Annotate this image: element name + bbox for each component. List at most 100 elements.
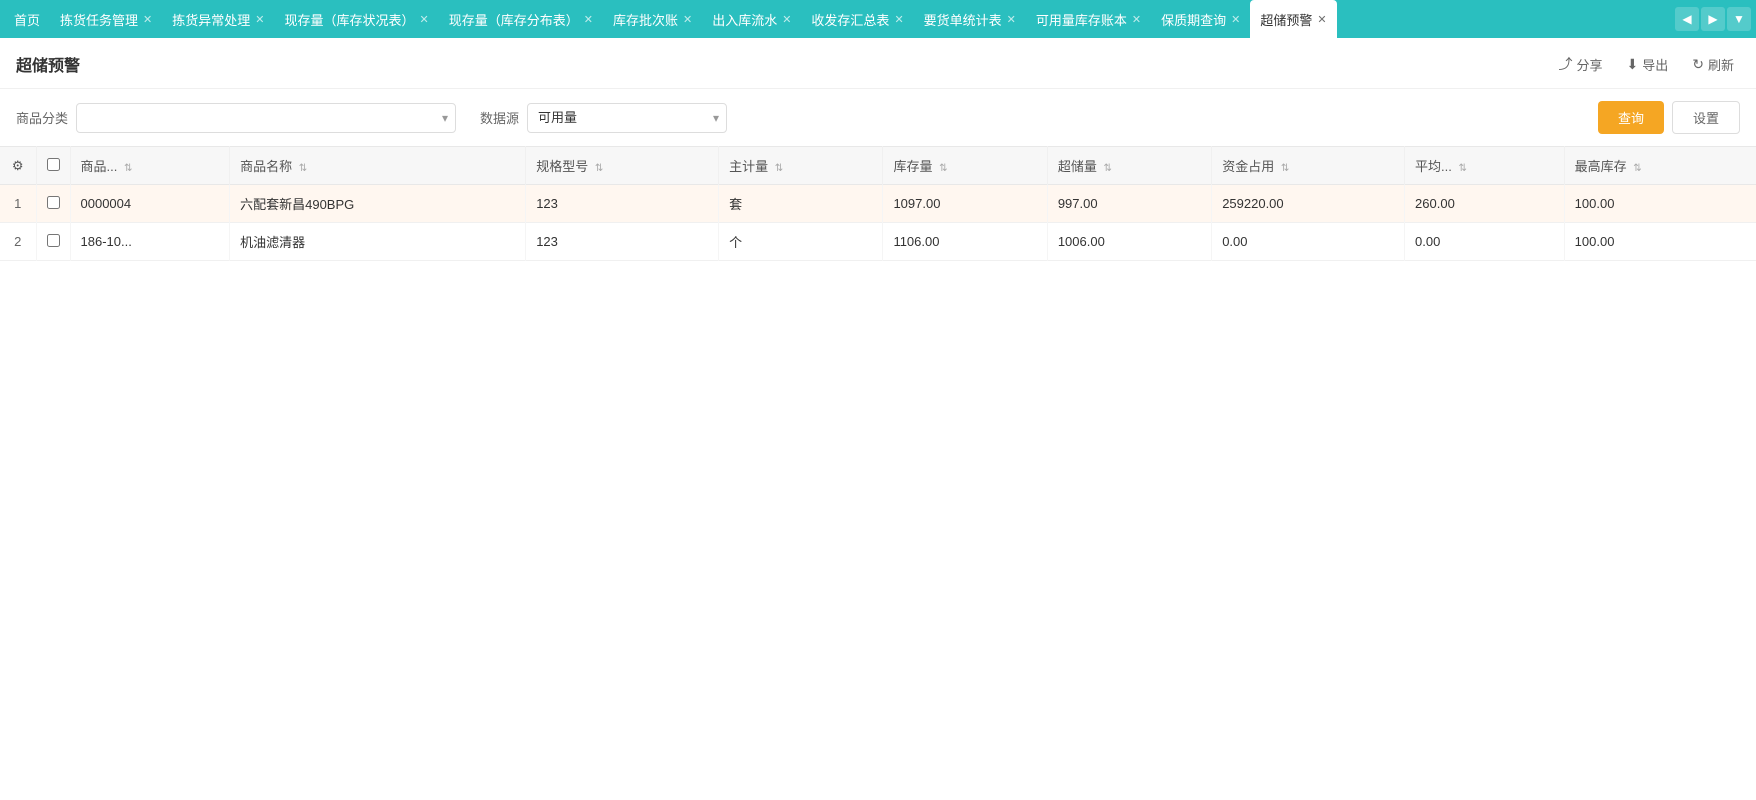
share-icon: ⤴	[1558, 54, 1572, 74]
column-unit[interactable]: 主计量 ⇅	[719, 147, 883, 185]
category-filter: 商品分类	[16, 103, 456, 133]
category-label: 商品分类	[16, 108, 68, 127]
refresh-button[interactable]: ↻ 刷新	[1686, 51, 1740, 78]
cell-capital-1: 0.00	[1212, 223, 1405, 261]
nav-item-home[interactable]: 首页	[4, 0, 50, 38]
category-select-wrapper	[76, 103, 456, 133]
gear-icon: ⚙	[12, 158, 24, 173]
sort-icon-product-name: ⇅	[299, 163, 307, 174]
column-capital[interactable]: 资金占用 ⇅	[1212, 147, 1405, 185]
page-title: 超储预警	[16, 52, 80, 76]
close-tab-2[interactable]: ✕	[255, 13, 264, 26]
select-all-checkbox[interactable]	[47, 158, 60, 171]
close-tab-1[interactable]: ✕	[143, 13, 152, 26]
cell-max-stock-0: 100.00	[1564, 185, 1756, 223]
export-icon: ⬇	[1627, 56, 1639, 73]
close-tab-11[interactable]: ✕	[1317, 13, 1326, 26]
query-button[interactable]: 查询	[1598, 101, 1664, 134]
column-spec[interactable]: 规格型号 ⇅	[526, 147, 719, 185]
header-actions: ⤴ 分享 ⬇ 导出 ↻ 刷新	[1552, 50, 1740, 78]
sort-icon-avg: ⇅	[1459, 163, 1467, 174]
nav-item-11-active[interactable]: 超储预警 ✕	[1250, 0, 1336, 38]
share-button[interactable]: ⤴ 分享	[1552, 50, 1608, 78]
nav-item-7[interactable]: 收发存汇总表 ✕	[801, 0, 913, 38]
datasource-select[interactable]: 可用量 库存量	[527, 103, 727, 133]
datasource-select-wrapper: 可用量 库存量	[527, 103, 727, 133]
cell-product-code-1: 186-10...	[70, 223, 230, 261]
nav-next-button[interactable]: ▶	[1701, 7, 1725, 31]
refresh-icon: ↻	[1692, 56, 1704, 73]
cell-capital-0: 259220.00	[1212, 185, 1405, 223]
datasource-label: 数据源	[480, 108, 519, 127]
cell-stock-1: 1106.00	[883, 223, 1047, 261]
row-checkbox-1[interactable]	[36, 223, 70, 261]
close-tab-4[interactable]: ✕	[584, 13, 593, 26]
cell-spec-0: 123	[526, 185, 719, 223]
cell-max-stock-1: 100.00	[1564, 223, 1756, 261]
sort-icon-product-code: ⇅	[124, 163, 132, 174]
nav-item-2[interactable]: 拣货异常处理 ✕	[162, 0, 274, 38]
nav-menu-button[interactable]: ▼	[1727, 7, 1751, 31]
column-stock[interactable]: 库存量 ⇅	[883, 147, 1047, 185]
top-navigation: 首页 拣货任务管理 ✕ 拣货异常处理 ✕ 现存量（库存状况表） ✕ 现存量（库存…	[0, 0, 1756, 38]
cell-unit-0: 套	[719, 185, 883, 223]
close-tab-7[interactable]: ✕	[894, 13, 903, 26]
filter-bar: 商品分类 数据源 可用量 库存量 查询 设置	[0, 89, 1756, 146]
nav-item-3[interactable]: 现存量（库存状况表） ✕	[274, 0, 438, 38]
nav-item-10[interactable]: 保质期查询 ✕	[1151, 0, 1250, 38]
cell-product-name-1: 机油滤清器	[230, 223, 526, 261]
column-product-name[interactable]: 商品名称 ⇅	[230, 147, 526, 185]
column-settings[interactable]: ⚙	[0, 147, 36, 185]
table-container: ⚙ 商品... ⇅ 商品名称 ⇅ 规格型号 ⇅	[0, 146, 1756, 261]
row-select-1[interactable]	[47, 234, 60, 247]
close-tab-3[interactable]: ✕	[420, 13, 429, 26]
filter-actions: 查询 设置	[1598, 101, 1740, 134]
export-button[interactable]: ⬇ 导出	[1621, 51, 1675, 78]
nav-prev-button[interactable]: ◀	[1675, 7, 1699, 31]
table-row[interactable]: 1 0000004 六配套新昌490BPG 123 套 1097.00 997.…	[0, 185, 1756, 223]
data-table: ⚙ 商品... ⇅ 商品名称 ⇅ 规格型号 ⇅	[0, 146, 1756, 261]
nav-item-5[interactable]: 库存批次账 ✕	[603, 0, 702, 38]
sort-icon-spec: ⇅	[595, 163, 603, 174]
cell-stock-0: 1097.00	[883, 185, 1047, 223]
close-tab-10[interactable]: ✕	[1231, 13, 1240, 26]
cell-overstock-0: 997.00	[1047, 185, 1211, 223]
table-row[interactable]: 2 186-10... 机油滤清器 123 个 1106.00 1006.00 …	[0, 223, 1756, 261]
column-checkbox[interactable]	[36, 147, 70, 185]
table-header-row: ⚙ 商品... ⇅ 商品名称 ⇅ 规格型号 ⇅	[0, 147, 1756, 185]
nav-item-8[interactable]: 要货单统计表 ✕	[914, 0, 1026, 38]
cell-overstock-1: 1006.00	[1047, 223, 1211, 261]
nav-item-6[interactable]: 出入库流水 ✕	[702, 0, 801, 38]
close-tab-9[interactable]: ✕	[1132, 13, 1141, 26]
category-select[interactable]	[76, 103, 456, 133]
sort-icon-overstock: ⇅	[1103, 163, 1111, 174]
cell-unit-1: 个	[719, 223, 883, 261]
close-tab-5[interactable]: ✕	[683, 13, 692, 26]
row-num-1: 2	[0, 223, 36, 261]
sort-icon-stock: ⇅	[939, 163, 947, 174]
cell-product-code-0: 0000004	[70, 185, 230, 223]
column-product-code[interactable]: 商品... ⇅	[70, 147, 230, 185]
main-content: 超储预警 ⤴ 分享 ⬇ 导出 ↻ 刷新 商品分类	[0, 38, 1756, 800]
sort-icon-max-stock: ⇅	[1633, 163, 1641, 174]
nav-item-4[interactable]: 现存量（库存分布表） ✕	[439, 0, 603, 38]
close-tab-8[interactable]: ✕	[1007, 13, 1016, 26]
settings-button[interactable]: 设置	[1672, 101, 1740, 134]
row-select-0[interactable]	[47, 196, 60, 209]
nav-arrows: ◀ ▶ ▼	[1674, 7, 1752, 31]
cell-avg-0: 260.00	[1405, 185, 1565, 223]
row-num-0: 1	[0, 185, 36, 223]
cell-spec-1: 123	[526, 223, 719, 261]
column-overstock[interactable]: 超储量 ⇅	[1047, 147, 1211, 185]
column-max-stock[interactable]: 最高库存 ⇅	[1564, 147, 1756, 185]
column-avg[interactable]: 平均... ⇅	[1405, 147, 1565, 185]
datasource-filter: 数据源 可用量 库存量	[480, 103, 727, 133]
sort-icon-unit: ⇅	[775, 163, 783, 174]
row-checkbox-0[interactable]	[36, 185, 70, 223]
sort-icon-capital: ⇅	[1281, 163, 1289, 174]
close-tab-6[interactable]: ✕	[782, 13, 791, 26]
table-body: 1 0000004 六配套新昌490BPG 123 套 1097.00 997.…	[0, 185, 1756, 261]
nav-item-9[interactable]: 可用量库存账本 ✕	[1026, 0, 1151, 38]
nav-item-1[interactable]: 拣货任务管理 ✕	[50, 0, 162, 38]
page-header: 超储预警 ⤴ 分享 ⬇ 导出 ↻ 刷新	[0, 38, 1756, 89]
